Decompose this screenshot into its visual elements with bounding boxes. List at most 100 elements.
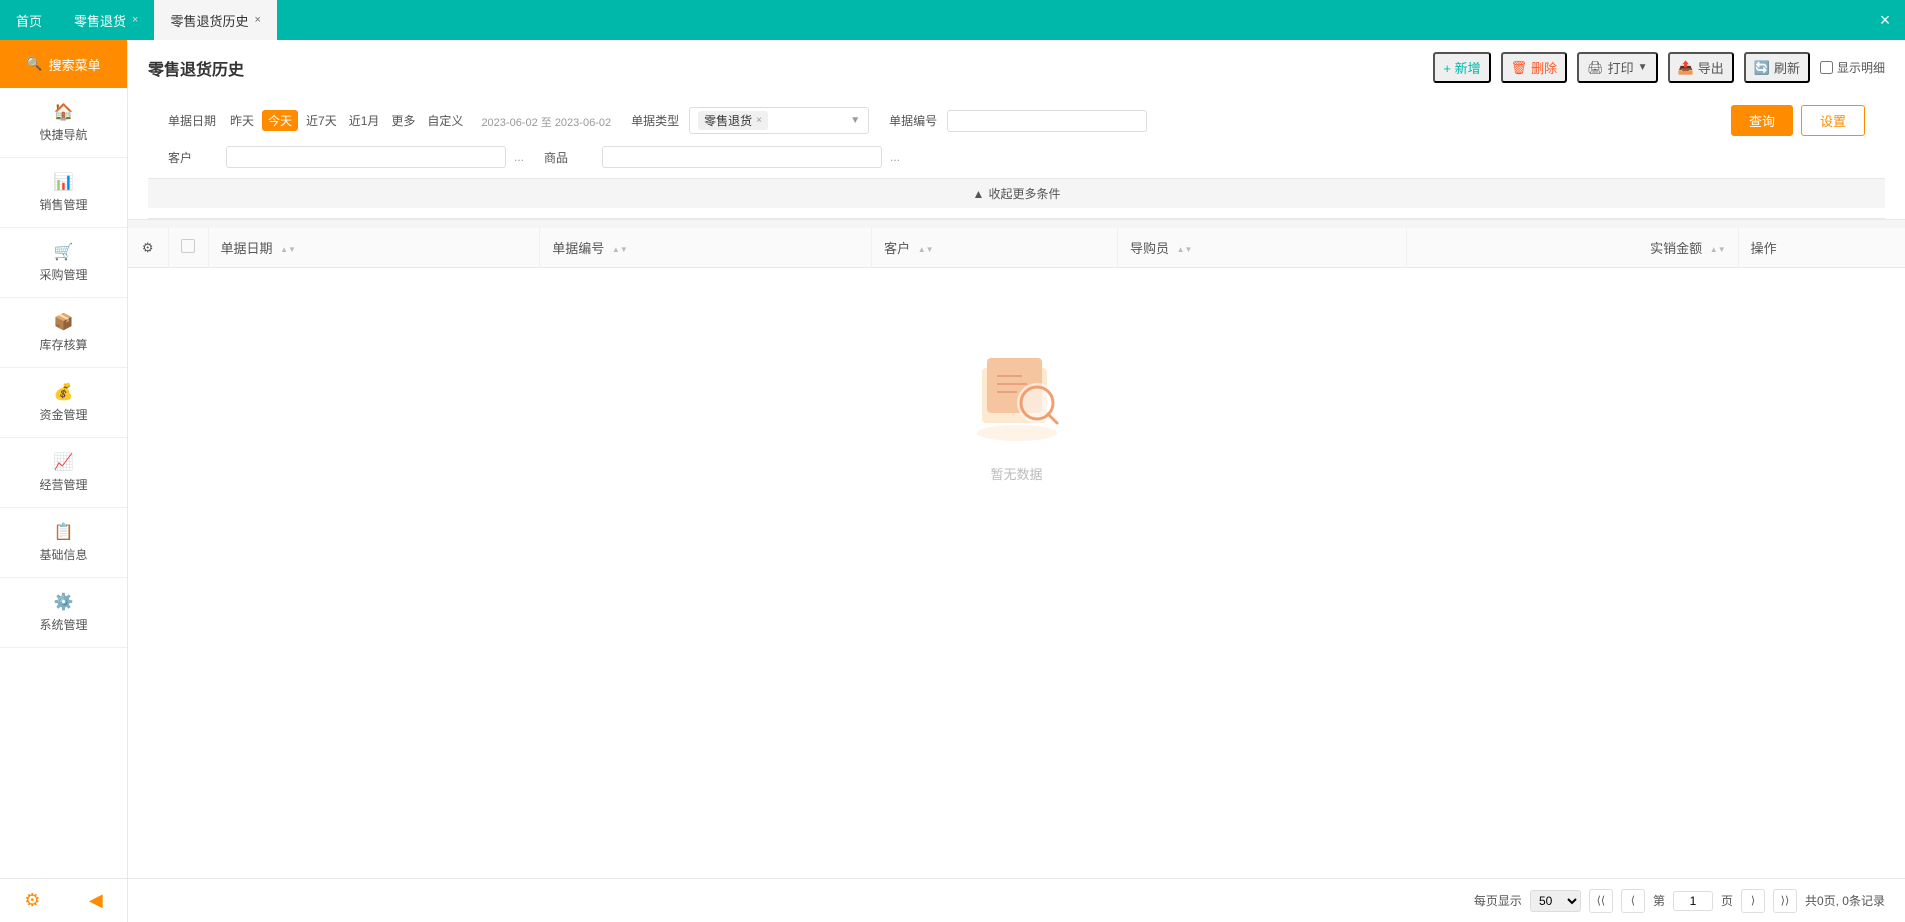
sort-icon-date[interactable]: ▲▼ xyxy=(280,246,296,254)
sidebar-label-system-mgmt: 系统管理 xyxy=(39,616,87,633)
refresh-button[interactable]: 🔄 刷新 xyxy=(1744,52,1810,83)
th-action: 操作 xyxy=(1738,228,1905,268)
top-bar: 首页零售退货 × 零售退货历史 × × xyxy=(0,0,1905,40)
page-header: 零售退货历史 + 新增 🗑 删除 🖨 打印 ▼ 📤 导出 xyxy=(128,40,1905,220)
sidebar-label-operations: 经营管理 xyxy=(39,476,87,493)
date-filter: 单据日期 昨天今天近7天近1月更多自定义 2023-06-02 至 2023-0… xyxy=(168,110,611,131)
query-button[interactable]: 查询 xyxy=(1731,105,1793,136)
date-shortcut-昨天[interactable]: 昨天 xyxy=(226,110,258,131)
sidebar-collapse-icon[interactable]: ◀ xyxy=(89,890,103,911)
sidebar-label-basic-info: 基础信息 xyxy=(39,546,87,563)
goods-input[interactable] xyxy=(602,146,882,168)
collapse-more-button[interactable]: ▲ 收起更多条件 xyxy=(148,178,1885,208)
customer-filter: 客户 ... xyxy=(168,146,524,168)
tab-label-retail-return-history: 零售退货历史 xyxy=(170,11,248,30)
setting-button[interactable]: 设置 xyxy=(1801,105,1865,136)
tab-retail-return-history[interactable]: 零售退货历史 × xyxy=(154,0,276,40)
sidebar-item-purchase-mgmt[interactable]: 🛒 采购管理 xyxy=(0,228,127,298)
table-header-row: ⚙ 单据日期 ▲▼ 单据编号 ▲▼ 客户 ▲▼ xyxy=(128,228,1905,268)
date-range-text: 2023-06-02 至 2023-06-02 xyxy=(481,114,611,130)
date-filter-label: 单据日期 xyxy=(168,112,218,129)
sidebar-item-basic-info[interactable]: 📋基础信息 xyxy=(0,508,127,578)
date-shortcut-近1月[interactable]: 近1月 xyxy=(345,110,384,131)
filter-area: 单据日期 昨天今天近7天近1月更多自定义 2023-06-02 至 2023-0… xyxy=(148,95,1885,219)
th-amount: 实销金额 ▲▼ xyxy=(1406,228,1738,268)
page-title-row: 零售退货历史 + 新增 🗑 删除 🖨 打印 ▼ 📤 导出 xyxy=(148,52,1885,83)
date-shortcut-更多[interactable]: 更多 xyxy=(387,110,419,131)
empty-label: 暂无数据 xyxy=(990,464,1042,483)
doc-type-select-arrow: ▼ xyxy=(850,115,860,126)
system-mgmt-icon: ⚙️ xyxy=(54,592,74,612)
export-icon: 📤 xyxy=(1678,60,1694,76)
sort-icon-amount[interactable]: ▲▼ xyxy=(1710,246,1726,254)
delete-icon: 🗑 xyxy=(1511,60,1528,76)
th-check[interactable] xyxy=(168,228,208,268)
sort-icon-guide[interactable]: ▲▼ xyxy=(1177,246,1193,254)
sidebar-item-system-mgmt[interactable]: ⚙️ 系统管理 xyxy=(0,578,127,648)
doc-type-tag-close[interactable]: × xyxy=(756,115,762,126)
goods-picker-icon[interactable]: ... xyxy=(890,150,900,164)
filter-row-2: 客户 ... 商品 ... xyxy=(168,146,1865,168)
sidebar-settings-icon[interactable]: ⚙ xyxy=(24,890,40,911)
prev-page-button[interactable]: ⟨ xyxy=(1621,889,1645,913)
sidebar-item-operations[interactable]: 📈经营管理 xyxy=(0,438,127,508)
customer-input[interactable] xyxy=(226,146,506,168)
th-setting[interactable]: ⚙ xyxy=(128,228,168,268)
doc-type-select[interactable]: 零售退货 × ▼ xyxy=(689,107,869,134)
th-date: 单据日期 ▲▼ xyxy=(208,228,540,268)
date-shortcut-近7天[interactable]: 近7天 xyxy=(302,110,341,131)
tab-close-retail-return[interactable]: × xyxy=(132,14,138,26)
first-page-button[interactable]: ⟨⟨ xyxy=(1589,889,1613,913)
page-size-select[interactable]: 102050100 xyxy=(1530,890,1581,912)
sidebar-nav: 🏠快捷导航📊销售管理 🛒 采购管理 📦库存核算💰资金管理📈经营管理📋基础信息 ⚙️ 系统管… xyxy=(0,88,127,878)
tab-home[interactable]: 首页 xyxy=(0,0,58,40)
window-close-button[interactable]: × xyxy=(1865,0,1905,40)
table-header: ⚙ 单据日期 ▲▼ 单据编号 ▲▼ 客户 ▲▼ xyxy=(128,228,1905,268)
filter-row-1: 单据日期 昨天今天近7天近1月更多自定义 2023-06-02 至 2023-0… xyxy=(168,105,1865,136)
refresh-icon: 🔄 xyxy=(1754,60,1770,76)
page-label-suffix: 页 xyxy=(1721,892,1733,909)
print-button[interactable]: 🖨 打印 ▼ xyxy=(1577,52,1657,83)
collapse-icon: ▲ xyxy=(973,187,985,201)
sidebar-footer: ⚙ ◀ xyxy=(0,878,127,922)
date-shortcut-今天[interactable]: 今天 xyxy=(262,110,298,131)
th-guide: 导购员 ▲▼ xyxy=(1118,228,1407,268)
sort-icon-customer[interactable]: ▲▼ xyxy=(918,246,934,254)
sales-mgmt-icon: 📊 xyxy=(54,172,74,192)
goods-label: 商品 xyxy=(544,149,594,166)
sidebar-item-quick-nav[interactable]: 🏠快捷导航 xyxy=(0,88,127,158)
export-button[interactable]: 📤 导出 xyxy=(1668,52,1734,83)
select-all-checkbox[interactable] xyxy=(181,239,195,253)
customer-label: 客户 xyxy=(168,149,218,166)
th-number: 单据编号 ▲▼ xyxy=(540,228,872,268)
page-label-prefix: 第 xyxy=(1653,892,1665,909)
show-detail-checkbox-label[interactable]: 显示明细 xyxy=(1820,59,1885,76)
sidebar-item-finance[interactable]: 💰资金管理 xyxy=(0,368,127,438)
last-page-button[interactable]: ⟩⟩ xyxy=(1773,889,1797,913)
tab-retail-return[interactable]: 零售退货 × xyxy=(58,0,154,40)
customer-picker-icon[interactable]: ... xyxy=(514,150,524,164)
sidebar-item-inventory[interactable]: 📦库存核算 xyxy=(0,298,127,368)
doc-number-label: 单据编号 xyxy=(889,112,939,129)
page-number-input[interactable] xyxy=(1673,891,1713,911)
tab-close-retail-return-history[interactable]: × xyxy=(254,14,260,26)
delete-button[interactable]: 🗑 删除 xyxy=(1501,52,1568,83)
new-button[interactable]: + 新增 xyxy=(1433,52,1490,83)
total-label: 共0页, 0条记录 xyxy=(1805,892,1885,909)
sidebar-label-purchase-mgmt: 采购管理 xyxy=(39,266,87,283)
next-page-button[interactable]: ⟩ xyxy=(1741,889,1765,913)
doc-number-filter: 单据编号 xyxy=(889,110,1147,132)
sidebar-search-label: 搜索菜单 xyxy=(49,55,101,74)
empty-state: 暂无数据 xyxy=(128,268,1905,563)
date-shortcut-自定义[interactable]: 自定义 xyxy=(423,110,467,131)
sidebar-search-button[interactable]: 🔍 搜索菜单 xyxy=(0,40,127,88)
empty-icon xyxy=(957,348,1077,448)
sidebar-item-sales-mgmt[interactable]: 📊销售管理 xyxy=(0,158,127,228)
tab-label-retail-return: 零售退货 xyxy=(74,11,126,30)
show-detail-checkbox[interactable] xyxy=(1820,61,1833,74)
search-icon: 🔍 xyxy=(26,56,42,72)
page-size-label: 每页显示 xyxy=(1474,892,1522,909)
sort-icon-number[interactable]: ▲▼ xyxy=(612,246,628,254)
purchase-mgmt-icon: 🛒 xyxy=(54,242,74,262)
doc-number-input[interactable] xyxy=(947,110,1147,132)
